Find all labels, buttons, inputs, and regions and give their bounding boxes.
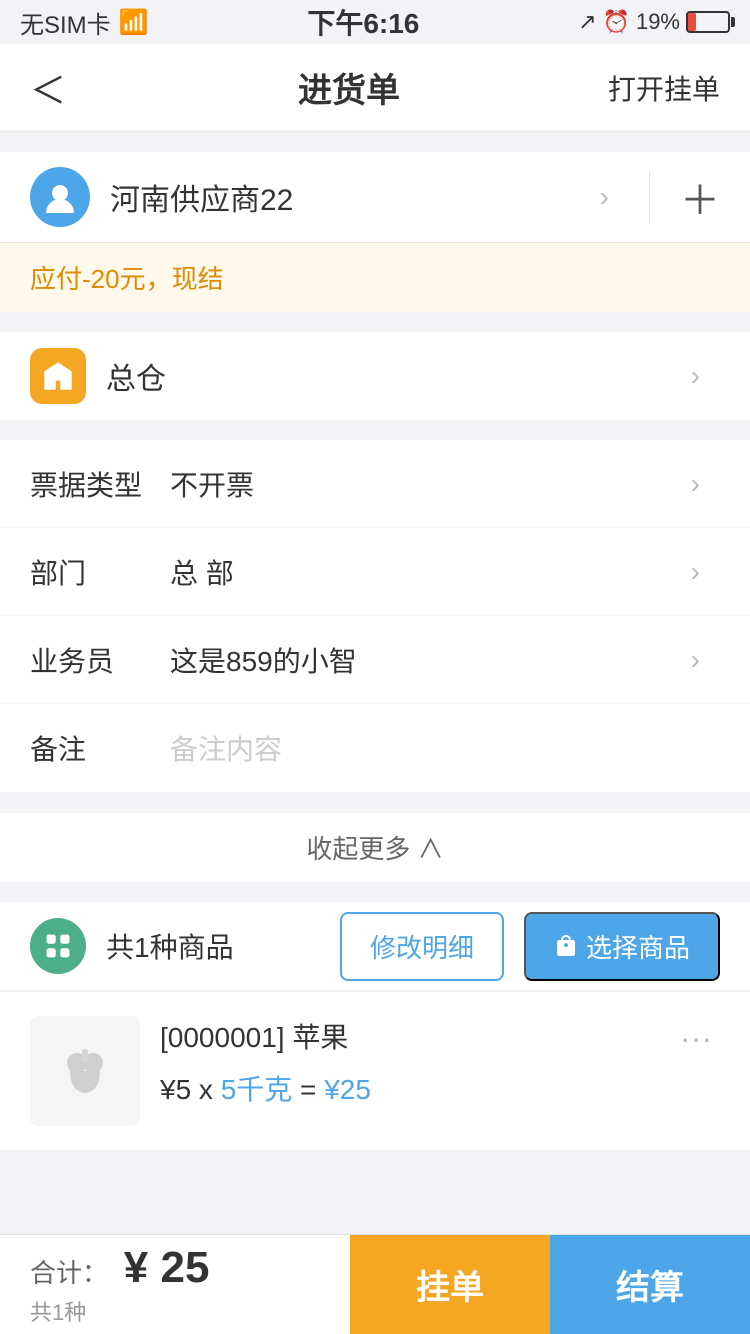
price-equals: = — [292, 1074, 324, 1105]
total-row: 合计： ¥ 25 — [30, 1243, 320, 1293]
product-info: [0000001] 苹果 ¥5 x 5千克 = ¥25 — [160, 1016, 652, 1108]
warehouse-icon — [30, 348, 86, 404]
add-supplier-button[interactable]: ＋ — [680, 168, 720, 226]
invoice-type-row[interactable]: 票据类型 不开票 › — [0, 440, 750, 528]
supplier-chevron-icon: › — [600, 181, 609, 213]
salesperson-value: 这是859的小智 — [150, 640, 691, 680]
battery-label: 19% — [636, 9, 680, 35]
price-quantity: 5千克 — [221, 1074, 293, 1105]
warehouse-chevron-icon: › — [691, 360, 700, 392]
invoice-type-label: 票据类型 — [30, 464, 150, 504]
supplier-row[interactable]: 河南供应商22 › ＋ — [0, 152, 750, 242]
divider — [649, 172, 650, 222]
salesperson-chevron-icon: › — [691, 644, 700, 676]
open-hang-button[interactable]: 打开挂单 — [608, 68, 720, 108]
price-total: ¥25 — [324, 1074, 371, 1105]
supplier-avatar — [30, 167, 90, 227]
product-item: [0000001] 苹果 ¥5 x 5千克 = ¥25 ··· — [0, 992, 750, 1150]
select-product-button[interactable]: 选择商品 — [524, 912, 720, 981]
product-code: [0000001] 苹果 — [160, 1022, 348, 1053]
price-unit: ¥5 x — [160, 1074, 221, 1105]
product-name: [0000001] 苹果 — [160, 1016, 652, 1056]
battery-icon — [686, 11, 730, 33]
remark-label: 备注 — [30, 728, 150, 768]
department-value: 总 部 — [150, 552, 691, 592]
total-label: 合计： — [30, 1258, 108, 1288]
select-product-label: 选择商品 — [586, 928, 690, 965]
supplier-section: 河南供应商22 › ＋ 应付-20元，现结 — [0, 152, 750, 312]
settle-button[interactable]: 结算 — [550, 1235, 750, 1334]
page-title: 进货单 — [298, 63, 400, 112]
gap-1 — [0, 132, 750, 152]
invoice-type-value: 不开票 — [150, 464, 691, 504]
edit-detail-button[interactable]: 修改明细 — [340, 912, 504, 981]
warehouse-row[interactable]: 总仓 › — [0, 332, 750, 420]
total-amount: ¥ 25 — [124, 1243, 210, 1292]
warehouse-name: 总仓 — [106, 354, 691, 398]
location-icon: ↗ — [578, 9, 596, 35]
bottom-bar: 合计： ¥ 25 共1种 挂单 结算 — [0, 1234, 750, 1334]
wifi-icon: 📶 — [119, 8, 149, 37]
alarm-icon: ⏰ — [603, 9, 630, 35]
collapse-label: 收起更多 ∧ — [306, 829, 443, 866]
status-bar: 无SIM卡 📶 下午6:16 ↗ ⏰ 19% — [0, 0, 750, 44]
product-price: ¥5 x 5千克 = ¥25 — [160, 1068, 652, 1108]
department-row[interactable]: 部门 总 部 › — [0, 528, 750, 616]
form-section: 票据类型 不开票 › 部门 总 部 › 业务员 这是859的小智 › 备注 备注… — [0, 440, 750, 792]
collapse-button[interactable]: 收起更多 ∧ — [0, 812, 750, 882]
status-left: 无SIM卡 📶 — [20, 5, 149, 40]
remark-row[interactable]: 备注 备注内容 — [0, 704, 750, 792]
products-count: 共1种商品 — [106, 926, 320, 966]
salesperson-row[interactable]: 业务员 这是859的小智 › — [0, 616, 750, 704]
status-right: ↗ ⏰ 19% — [578, 9, 730, 35]
supplier-name: 河南供应商22 — [110, 175, 600, 219]
salesperson-label: 业务员 — [30, 640, 150, 680]
remark-input[interactable]: 备注内容 — [150, 728, 720, 768]
hang-button[interactable]: 挂单 — [350, 1235, 550, 1334]
nav-bar: ＜ 进货单 打开挂单 — [0, 44, 750, 132]
products-icon — [30, 918, 86, 974]
status-time: 下午6:16 — [307, 2, 419, 42]
department-chevron-icon: › — [691, 556, 700, 588]
department-label: 部门 — [30, 552, 150, 592]
total-area: 合计： ¥ 25 共1种 — [0, 1243, 350, 1327]
carrier-label: 无SIM卡 — [20, 5, 111, 40]
products-header: 共1种商品 修改明细 选择商品 — [0, 902, 750, 990]
product-more-button[interactable]: ··· — [672, 1016, 720, 1061]
balance-notice: 应付-20元，现结 — [0, 242, 750, 312]
back-button[interactable]: ＜ — [30, 62, 90, 114]
product-thumbnail — [30, 1016, 140, 1126]
invoice-chevron-icon: › — [691, 468, 700, 500]
total-count: 共1种 — [30, 1295, 320, 1327]
